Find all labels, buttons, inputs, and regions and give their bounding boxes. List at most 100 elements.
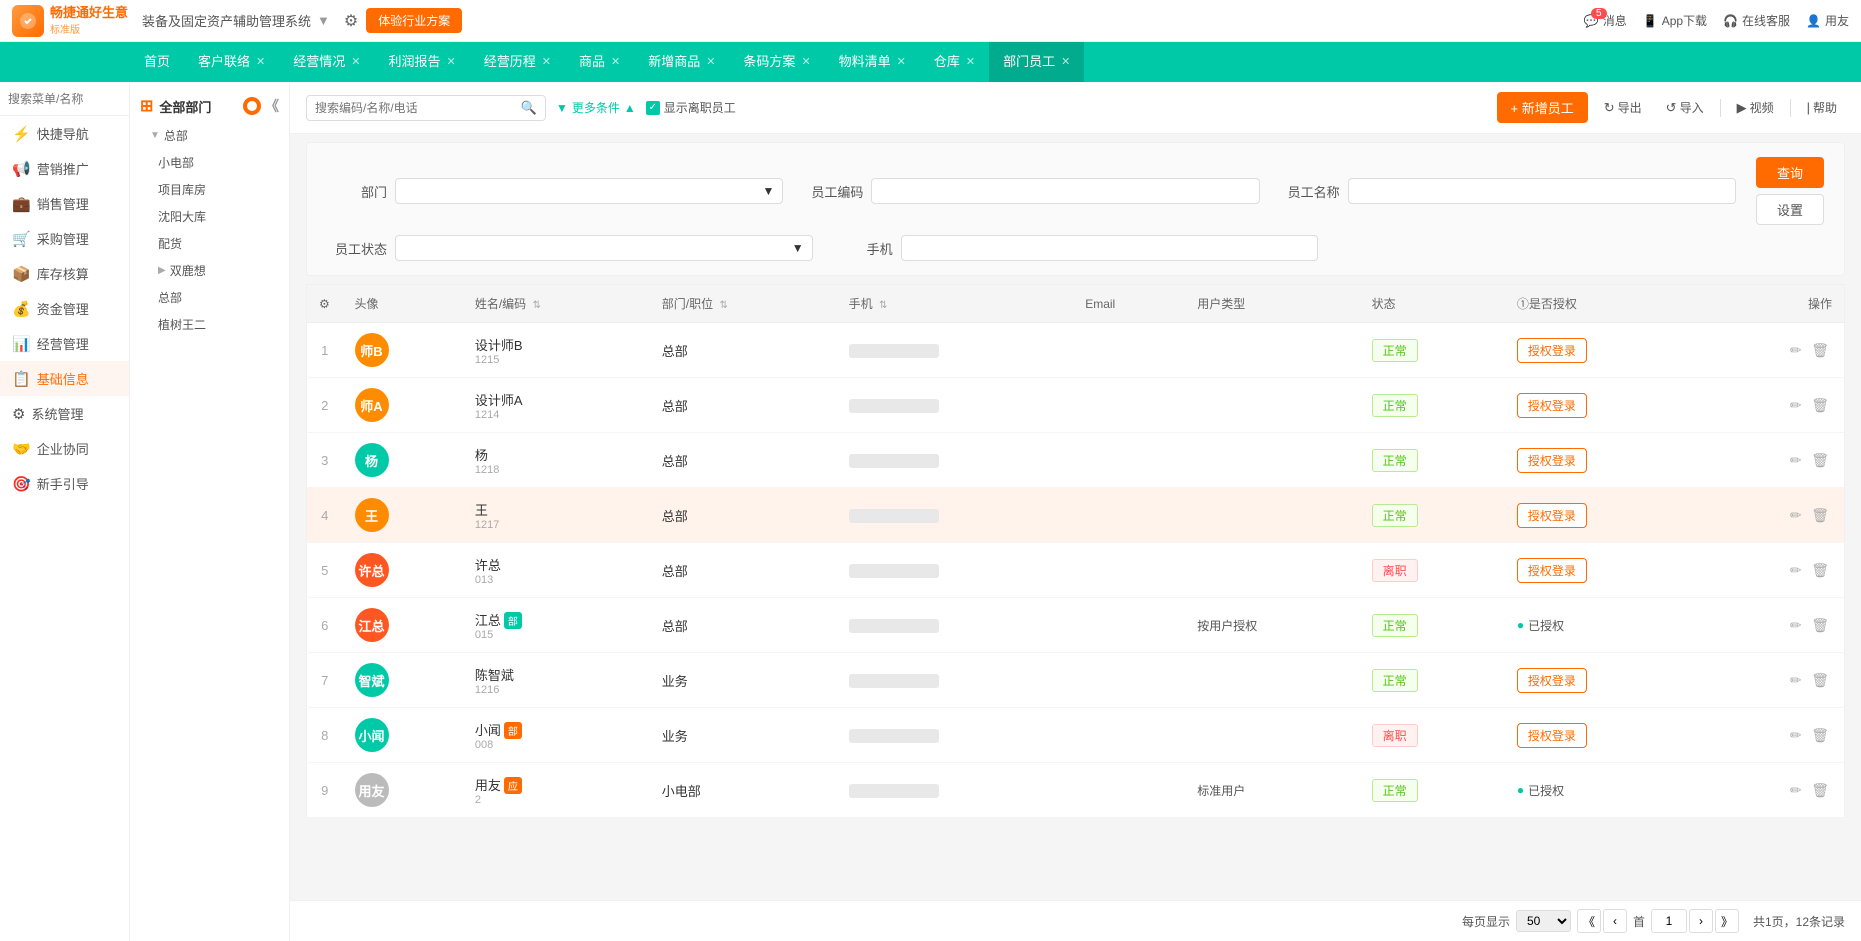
sidebar-item-inventory[interactable]: 📦 库存核算: [0, 256, 129, 291]
edit-button[interactable]: ✏: [1787, 727, 1805, 743]
sidebar-item-sales[interactable]: 💼 销售管理: [0, 186, 129, 221]
close-icon[interactable]: ✕: [256, 42, 265, 82]
per-page-select[interactable]: 50 100: [1516, 910, 1571, 932]
settings-icon[interactable]: ⚙: [344, 11, 358, 31]
set-button[interactable]: 设置: [1756, 194, 1824, 225]
auth-login-button[interactable]: 授权登录: [1517, 393, 1587, 418]
dept-item-shenyang[interactable]: 沈阳大库: [130, 203, 289, 230]
close-icon[interactable]: ✕: [1061, 42, 1070, 82]
auth-login-button[interactable]: 授权登录: [1517, 448, 1587, 473]
nav-item-history[interactable]: 经营历程 ✕: [470, 42, 565, 82]
th-settings[interactable]: ⚙: [307, 285, 343, 323]
delete-button[interactable]: 🗑: [1808, 617, 1832, 633]
export-button[interactable]: ↻ 导出: [1596, 95, 1650, 120]
sidebar-item-operations[interactable]: 📊 经营管理: [0, 326, 129, 361]
trial-button[interactable]: 体验行业方案: [366, 8, 462, 33]
sidebar-item-guide[interactable]: 🎯 新手引导: [0, 466, 129, 501]
close-icon[interactable]: ✕: [542, 42, 551, 82]
edit-button[interactable]: ✏: [1787, 507, 1805, 523]
nav-item-goods[interactable]: 商品 ✕: [565, 42, 634, 82]
delete-button[interactable]: 🗑: [1808, 672, 1832, 688]
delete-button[interactable]: 🗑: [1808, 507, 1832, 523]
close-icon[interactable]: ✕: [351, 42, 360, 82]
auth-login-button[interactable]: 授权登录: [1517, 503, 1587, 528]
close-icon[interactable]: ✕: [966, 42, 975, 82]
close-icon[interactable]: ✕: [706, 42, 715, 82]
th-phone[interactable]: 手机 ⇅: [837, 285, 1074, 323]
auth-login-button[interactable]: 授权登录: [1517, 558, 1587, 583]
edit-button[interactable]: ✏: [1787, 397, 1805, 413]
nav-item-customer[interactable]: 客户联络 ✕: [184, 42, 279, 82]
emp-status-filter-select[interactable]: ▼: [395, 235, 813, 261]
next-page-button[interactable]: ›: [1689, 909, 1713, 933]
prev-page-button[interactable]: ‹: [1603, 909, 1627, 933]
edit-button[interactable]: ✏: [1787, 782, 1805, 798]
nav-item-bom[interactable]: 物料清单 ✕: [825, 42, 920, 82]
sidebar-item-quick-nav[interactable]: ⚡ 快捷导航: [0, 116, 129, 151]
sidebar-item-purchase[interactable]: 🛒 采购管理: [0, 221, 129, 256]
more-filter-button[interactable]: ▼ 更多条件 ▲: [556, 99, 636, 116]
edit-button[interactable]: ✏: [1787, 562, 1805, 578]
emp-code-filter-input[interactable]: [871, 178, 1259, 204]
delete-button[interactable]: 🗑: [1808, 452, 1832, 468]
nav-item-add-goods[interactable]: 新增商品 ✕: [634, 42, 729, 82]
sidebar-search-input[interactable]: [8, 92, 130, 106]
page-number-input[interactable]: [1651, 909, 1687, 933]
query-button[interactable]: 查询: [1756, 157, 1824, 188]
app-download-button[interactable]: 📱 App下载: [1643, 12, 1707, 29]
close-icon[interactable]: ✕: [447, 42, 456, 82]
auth-login-button[interactable]: 授权登录: [1517, 338, 1587, 363]
sidebar-item-finance[interactable]: 💰 资金管理: [0, 291, 129, 326]
auth-login-button[interactable]: 授权登录: [1517, 668, 1587, 693]
row-dept: 总部: [650, 378, 837, 433]
close-icon[interactable]: ✕: [611, 42, 620, 82]
delete-button[interactable]: 🗑: [1808, 397, 1832, 413]
auth-login-button[interactable]: 授权登录: [1517, 723, 1587, 748]
emp-name-filter-input[interactable]: [1348, 178, 1736, 204]
sidebar-item-basic-info[interactable]: 📋 基础信息: [0, 361, 129, 396]
message-button[interactable]: 💬 5 消息: [1584, 12, 1627, 29]
th-dept[interactable]: 部门/职位 ⇅: [650, 285, 837, 323]
close-icon[interactable]: ✕: [897, 42, 906, 82]
dept-item-small-electric[interactable]: 小电部: [130, 149, 289, 176]
dept-filter-select[interactable]: ▼: [395, 178, 783, 204]
user-avatar[interactable]: 👤 用友: [1806, 12, 1849, 29]
dept-item-project-storage[interactable]: 项目库房: [130, 176, 289, 203]
nav-item-department[interactable]: 部门员工 ✕: [989, 42, 1084, 82]
dept-item-zhishu[interactable]: 植树王二: [130, 311, 289, 338]
collapse-btn[interactable]: 《: [265, 96, 279, 116]
dept-item-distribution[interactable]: 配货: [130, 230, 289, 257]
nav-item-home[interactable]: 首页: [130, 42, 184, 82]
dept-item-hq[interactable]: 总部: [130, 284, 289, 311]
th-name[interactable]: 姓名/编码 ⇅: [463, 285, 650, 323]
phone-filter-input[interactable]: [901, 235, 1319, 261]
edit-button[interactable]: ✏: [1787, 452, 1805, 468]
add-employee-button[interactable]: + 新增员工: [1497, 92, 1588, 123]
sidebar-item-marketing[interactable]: 📢 营销推广: [0, 151, 129, 186]
help-button[interactable]: | 帮助: [1799, 95, 1845, 120]
video-button[interactable]: ▶ 视频: [1729, 95, 1782, 120]
delete-button[interactable]: 🗑: [1808, 562, 1832, 578]
delete-button[interactable]: 🗑: [1808, 342, 1832, 358]
last-page-button[interactable]: 》: [1715, 909, 1739, 933]
edit-button[interactable]: ✏: [1787, 672, 1805, 688]
nav-item-profit[interactable]: 利润报告 ✕: [374, 42, 469, 82]
nav-item-operation[interactable]: 经营情况 ✕: [279, 42, 374, 82]
phone-blur: [849, 509, 939, 523]
online-service-button[interactable]: 🎧 在线客服: [1723, 12, 1790, 29]
search-input[interactable]: [315, 101, 521, 115]
close-icon[interactable]: ✕: [801, 42, 810, 82]
delete-button[interactable]: 🗑: [1808, 727, 1832, 743]
nav-item-warehouse[interactable]: 仓库 ✕: [920, 42, 989, 82]
edit-button[interactable]: ✏: [1787, 617, 1805, 633]
sidebar-item-system[interactable]: ⚙ 系统管理: [0, 396, 129, 431]
dept-item-headquarters[interactable]: ▼ 总部: [130, 122, 289, 149]
edit-button[interactable]: ✏: [1787, 342, 1805, 358]
import-button[interactable]: ↺ 导入: [1658, 95, 1712, 120]
show-resigned-toggle[interactable]: ✓ 显示离职员工: [646, 99, 736, 116]
nav-item-barcode[interactable]: 条码方案 ✕: [729, 42, 824, 82]
delete-button[interactable]: 🗑: [1808, 782, 1832, 798]
sidebar-item-collab[interactable]: 🤝 企业协同: [0, 431, 129, 466]
first-page-button[interactable]: 《: [1577, 909, 1601, 933]
dept-item-shuanglu[interactable]: ▶ 双鹿想: [130, 257, 289, 284]
